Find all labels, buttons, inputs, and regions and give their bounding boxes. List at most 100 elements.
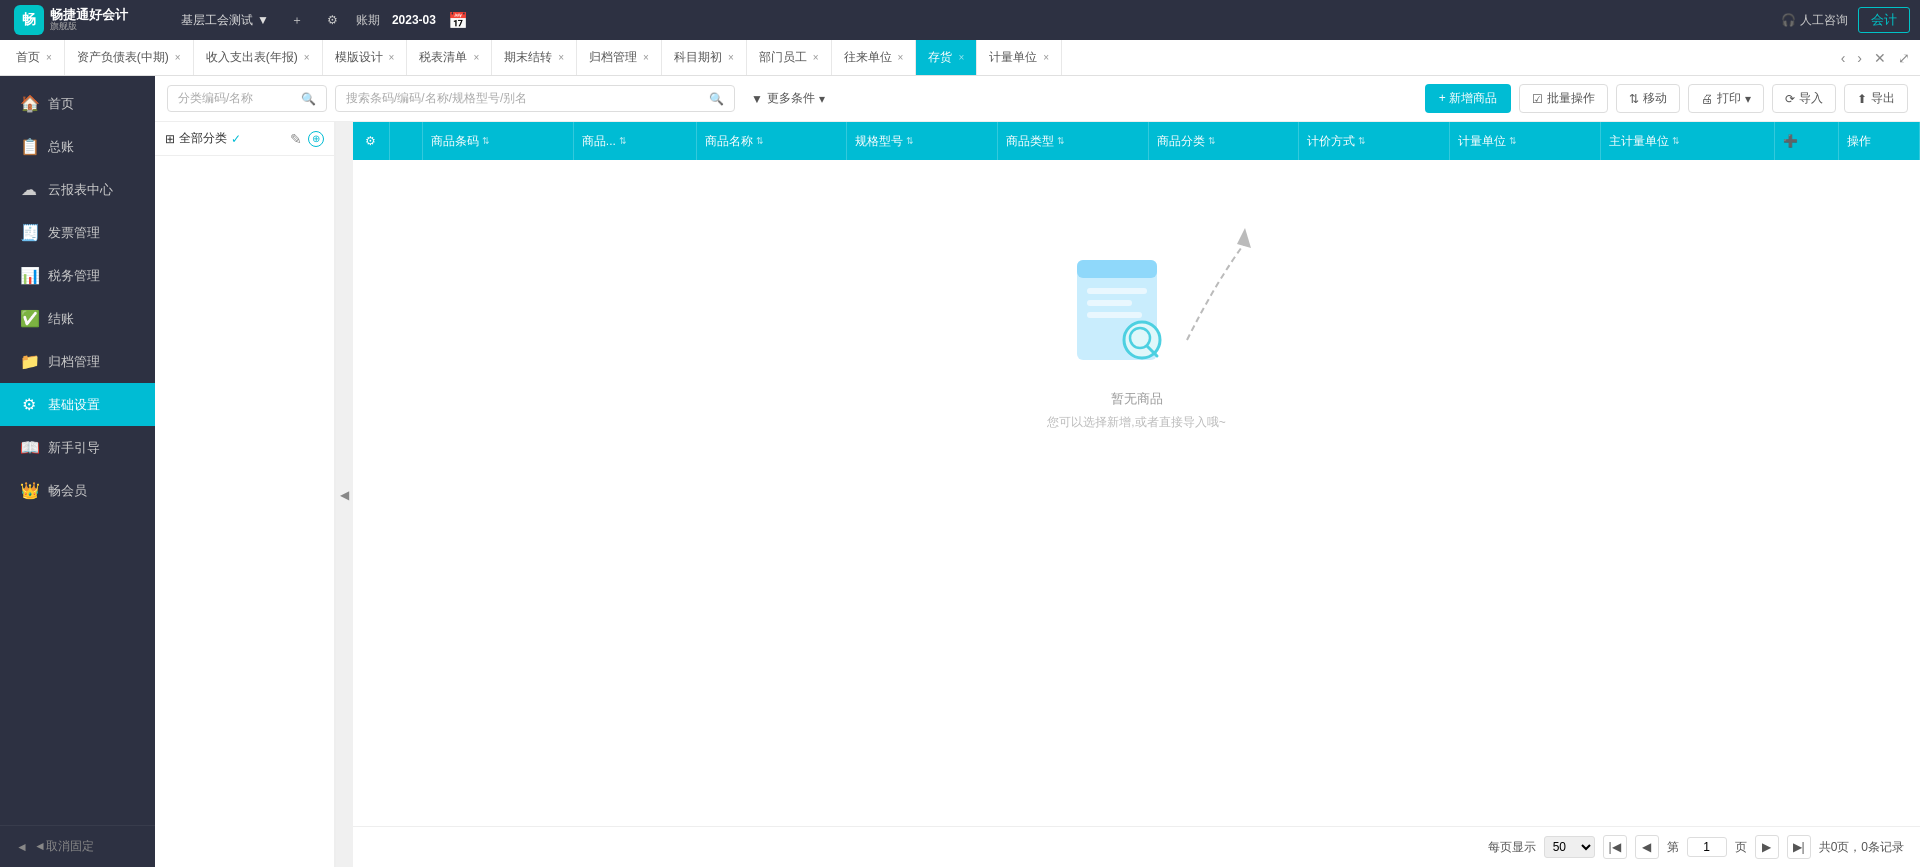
table-header-12: 操作 — [1838, 122, 1919, 160]
svg-rect-4 — [1087, 300, 1132, 306]
per-page-select[interactable]: 2050100 — [1544, 836, 1595, 858]
tab-close-all-button[interactable]: ✕ — [1868, 50, 1892, 66]
print-button[interactable]: 🖨 打印 ▾ — [1688, 84, 1764, 113]
ledger-icon: 📋 — [20, 137, 38, 156]
table-header-10[interactable]: 主计量单位⇅ — [1600, 122, 1774, 160]
table-header-0: ⚙ — [353, 122, 389, 160]
import-button[interactable]: ⟳ 导入 — [1772, 84, 1836, 113]
sidebar-item-ledger[interactable]: 📋总账 — [0, 125, 155, 168]
category-edit-icon[interactable]: ✎ — [290, 131, 302, 147]
tab-item----------[interactable]: 收入支出表(年报)× — [194, 40, 323, 76]
next-page-button[interactable]: ▶ — [1755, 835, 1779, 859]
pagination-bar: 每页显示 2050100 |◀ ◀ 第 页 ▶ ▶| 共0页，0条记录 — [353, 826, 1920, 867]
data-table: ⚙ 商品条码⇅商品...⇅商品名称⇅规格型号⇅商品类型⇅商品分类⇅计价方式⇅计量单… — [353, 122, 1920, 160]
sidebar-item-reports[interactable]: ☁云报表中心 — [0, 168, 155, 211]
category-header: ⊞ 全部分类 ✓ ✎ ⊕ — [155, 122, 334, 156]
tab-expand-button[interactable]: ⤢ — [1892, 50, 1916, 66]
account-button[interactable]: 会计 — [1858, 7, 1910, 33]
category-actions: ✎ ⊕ — [290, 131, 324, 147]
sidebar-item-settings[interactable]: ⚙基础设置 — [0, 383, 155, 426]
table-header-3[interactable]: 商品...⇅ — [573, 122, 696, 160]
cancel-pin-label: ◄取消固定 — [34, 838, 94, 855]
sidebar-label-reports: 云报表中心 — [48, 181, 113, 199]
tab-close-icon[interactable]: × — [898, 52, 904, 63]
calendar-icon[interactable]: 📅 — [448, 11, 468, 30]
cancel-pin-button[interactable]: ◄ ◄取消固定 — [0, 825, 155, 867]
prev-page-button[interactable]: ◀ — [1635, 835, 1659, 859]
tab-next-button[interactable]: › — [1851, 50, 1868, 66]
tab-item-----[interactable]: 期末结转× — [492, 40, 577, 76]
human-service-button[interactable]: 🎧 人工咨询 — [1781, 12, 1848, 29]
all-category-button[interactable]: ⊞ 全部分类 ✓ — [165, 130, 241, 147]
home-icon: 🏠 — [20, 94, 38, 113]
sidebar-item-home[interactable]: 🏠首页 — [0, 82, 155, 125]
tab-close-icon[interactable]: × — [958, 52, 964, 63]
search-icon: 🔍 — [301, 92, 316, 106]
settle-icon: ✅ — [20, 309, 38, 328]
tab-bar: 首页×资产负债表(中期)×收入支出表(年报)×模版设计×税表清单×期末结转×归档… — [0, 40, 1920, 76]
sidebar-item-archive[interactable]: 📁归档管理 — [0, 340, 155, 383]
tab-close-icon[interactable]: × — [473, 52, 479, 63]
tab-item---[interactable]: 首页× — [4, 40, 65, 76]
table-header-2[interactable]: 商品条码⇅ — [423, 122, 574, 160]
table-header-6[interactable]: 商品类型⇅ — [998, 122, 1149, 160]
page-end-label: 页 — [1735, 839, 1747, 856]
add-tab-button[interactable]: ＋ — [285, 10, 309, 31]
tab-close-icon[interactable]: × — [389, 52, 395, 63]
tab-close-icon[interactable]: × — [175, 52, 181, 63]
table-header-9[interactable]: 计量单位⇅ — [1450, 122, 1601, 160]
tab-close-icon[interactable]: × — [558, 52, 564, 63]
batch-op-button[interactable]: ☑ 批量操作 — [1519, 84, 1608, 113]
print-dropdown-icon: ▾ — [1745, 92, 1751, 106]
tab-item-----[interactable]: 税表清单× — [407, 40, 492, 76]
tab-close-icon[interactable]: × — [813, 52, 819, 63]
page-input[interactable] — [1687, 837, 1727, 857]
search-bar: 分类编码/名称 🔍 搜索条码/编码/名称/规格型号/别名 🔍 ▼ 更多条件 ▾ … — [155, 76, 1920, 122]
move-button[interactable]: ⇅ 移动 — [1616, 84, 1680, 113]
sort-icon-10: ⇅ — [1672, 136, 1680, 146]
tab-item----------[interactable]: 资产负债表(中期)× — [65, 40, 194, 76]
tab-item-----[interactable]: 往来单位× — [832, 40, 917, 76]
table-header-7[interactable]: 商品分类⇅ — [1148, 122, 1299, 160]
collapse-panel-button[interactable]: ◀ — [335, 122, 353, 867]
tab-close-icon[interactable]: × — [304, 52, 310, 63]
category-settings-icon[interactable]: ⊕ — [308, 131, 324, 147]
tab-item-----[interactable]: 模版设计× — [323, 40, 408, 76]
main-search-box[interactable]: 搜索条码/编码/名称/规格型号/别名 🔍 — [335, 85, 735, 112]
sidebar-item-tax[interactable]: 📊税务管理 — [0, 254, 155, 297]
category-search-box[interactable]: 分类编码/名称 🔍 — [167, 85, 327, 112]
sort-icon-9: ⇅ — [1509, 136, 1517, 146]
export-button[interactable]: ⬆ 导出 — [1844, 84, 1908, 113]
tab-close-icon[interactable]: × — [728, 52, 734, 63]
sidebar-item-member[interactable]: 👑畅会员 — [0, 469, 155, 512]
tab-item-----[interactable]: 部门员工× — [747, 40, 832, 76]
tab-item-----[interactable]: 归档管理× — [577, 40, 662, 76]
tab-prev-button[interactable]: ‹ — [1835, 50, 1852, 66]
add-product-button[interactable]: + 新增商品 — [1425, 84, 1511, 113]
table-header-4[interactable]: 商品名称⇅ — [696, 122, 847, 160]
headset-icon: 🎧 — [1781, 13, 1796, 27]
table-header-8[interactable]: 计价方式⇅ — [1299, 122, 1450, 160]
settings-button[interactable]: ⚙ — [321, 11, 344, 29]
sort-icon-2: ⇅ — [482, 136, 490, 146]
table-header-5[interactable]: 规格型号⇅ — [847, 122, 998, 160]
last-page-button[interactable]: ▶| — [1787, 835, 1811, 859]
first-page-button[interactable]: |◀ — [1603, 835, 1627, 859]
tab-close-icon[interactable]: × — [46, 52, 52, 63]
more-filter-button[interactable]: ▼ 更多条件 ▾ — [743, 86, 833, 111]
per-page-label: 每页显示 — [1488, 839, 1536, 856]
pin-icon: ◄ — [16, 840, 28, 854]
tab-close-icon[interactable]: × — [643, 52, 649, 63]
table-scroll-area[interactable]: ⚙ 商品条码⇅商品...⇅商品名称⇅规格型号⇅商品类型⇅商品分类⇅计价方式⇅计量单… — [353, 122, 1920, 826]
sidebar-item-invoice[interactable]: 🧾发票管理 — [0, 211, 155, 254]
workspace-selector[interactable]: 基层工会测试 ▼ — [175, 10, 275, 31]
tab-item-----[interactable]: 科目期初× — [662, 40, 747, 76]
tab-item---[interactable]: 存货× — [916, 40, 977, 76]
main-search-placeholder: 搜索条码/编码/名称/规格型号/别名 — [346, 90, 527, 107]
tab-item-----[interactable]: 计量单位× — [977, 40, 1062, 76]
sidebar-item-settle[interactable]: ✅结账 — [0, 297, 155, 340]
sidebar-item-guide[interactable]: 📖新手引导 — [0, 426, 155, 469]
search-category-placeholder: 分类编码/名称 — [178, 90, 253, 107]
tab-close-icon[interactable]: × — [1043, 52, 1049, 63]
filter-icon: ▼ — [751, 92, 763, 106]
